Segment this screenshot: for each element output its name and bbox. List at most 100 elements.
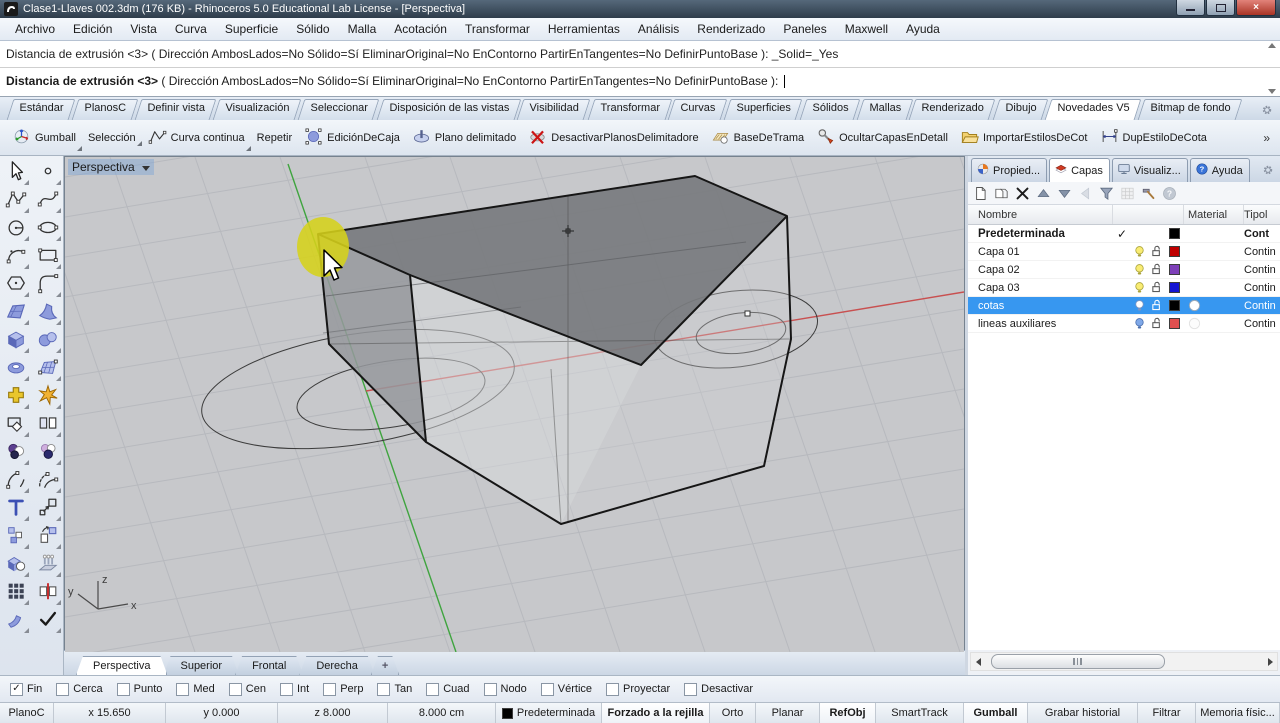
repetir-button[interactable]: Repetir xyxy=(251,128,298,148)
edicióndecaja-button[interactable]: EdiciónDeCaja xyxy=(298,123,406,153)
layer-linetype[interactable]: Contin xyxy=(1244,246,1280,258)
current-layer-check-icon[interactable]: ✓ xyxy=(1113,227,1131,241)
control-point-curve-tool-button[interactable] xyxy=(2,187,30,214)
tools-button[interactable] xyxy=(1139,184,1158,203)
split-tool-button[interactable] xyxy=(34,411,62,438)
boolean-union-tool-button[interactable] xyxy=(2,383,30,410)
check-tool-button[interactable] xyxy=(34,607,62,634)
column-header-material[interactable]: Material xyxy=(1184,205,1244,224)
viewport-tab-derecha[interactable]: Derecha xyxy=(299,656,375,675)
toolbar-tab-seleccionar[interactable]: Seleccionar xyxy=(297,99,380,120)
down-button[interactable] xyxy=(1055,184,1074,203)
layer-color-swatch[interactable] xyxy=(1165,300,1184,311)
maximize-button[interactable] xyxy=(1206,0,1235,16)
menu-item-transformar[interactable]: Transformar xyxy=(456,20,539,38)
toolbar-tab-sólidos[interactable]: Sólidos xyxy=(799,99,861,120)
fillet-curve-tool-button[interactable] xyxy=(34,271,62,298)
scrollbar-thumb[interactable] xyxy=(990,654,1165,669)
scroll-left-icon[interactable] xyxy=(971,657,985,666)
osnap-tan[interactable]: Tan xyxy=(377,682,412,696)
menu-item-acotación[interactable]: Acotación xyxy=(385,20,456,38)
rectangle-tool-button[interactable] xyxy=(34,243,62,270)
tab-options-gear-icon[interactable] xyxy=(1260,103,1274,117)
osnap-proyectar[interactable]: Proyectar xyxy=(606,682,670,696)
blend-arc-tool-button[interactable] xyxy=(34,467,62,494)
layer-bulb-icon[interactable] xyxy=(1131,263,1148,276)
curva-continua-button[interactable]: Curva continua xyxy=(142,123,251,153)
surface-3pt-tool-button[interactable] xyxy=(2,299,30,326)
text-tool-button[interactable] xyxy=(2,495,30,522)
circle-tool-button[interactable] xyxy=(2,215,30,242)
layer-linetype[interactable]: Contin xyxy=(1244,300,1280,312)
checkbox-icon[interactable] xyxy=(483,682,497,696)
status-x15650[interactable]: x 15.650 xyxy=(54,703,166,723)
basedetrama-button[interactable]: BaseDeTrama xyxy=(705,123,811,153)
menu-item-malla[interactable]: Malla xyxy=(339,20,386,38)
osnap-cerca[interactable]: Cerca xyxy=(56,682,103,696)
point-tool-button[interactable] xyxy=(34,159,62,186)
osnap-nodo[interactable]: Nodo xyxy=(483,682,527,696)
status-forzadoalarejilla[interactable]: Forzado a la rejilla xyxy=(602,703,710,723)
curve-interpolated-tool-button[interactable] xyxy=(34,187,62,214)
status-planoc[interactable]: PlanoC xyxy=(0,703,54,723)
status-grabarhistorial[interactable]: Grabar historial xyxy=(1028,703,1138,723)
layer-linetype[interactable]: Contin xyxy=(1244,264,1280,276)
lights-tool-button[interactable] xyxy=(34,551,62,578)
scroll-down-icon[interactable] xyxy=(1267,89,1276,94)
status-refobj[interactable]: RefObj xyxy=(820,703,876,723)
viewport-tab-superior[interactable]: Superior xyxy=(163,656,239,675)
toolbar-tab-visualización[interactable]: Visualización xyxy=(212,99,302,120)
up-button[interactable] xyxy=(1034,184,1053,203)
copy-layer-button[interactable] xyxy=(992,184,1011,203)
layer-color-swatch[interactable] xyxy=(1165,264,1184,275)
viewport-scene[interactable]: z x y xyxy=(65,157,964,652)
importarestilosdecot-button[interactable]: ImportarEstilosDeCot xyxy=(954,123,1094,153)
bend-tool-button[interactable] xyxy=(2,607,30,634)
viewport-tab-perspectiva[interactable]: Perspectiva xyxy=(76,656,167,675)
layer-material-icon[interactable] xyxy=(1184,299,1244,312)
toolbar-tab-dibujo[interactable]: Dibujo xyxy=(992,99,1049,120)
osnap-cuad[interactable]: Cuad xyxy=(426,682,470,696)
copy-array-tool-button[interactable] xyxy=(2,523,30,550)
ellipse-tool-button[interactable] xyxy=(34,215,62,242)
plano-delimitado-button[interactable]: Plano delimitado xyxy=(406,123,522,153)
status-predeterminada[interactable]: Predeterminada xyxy=(496,703,602,723)
viewport-tab-frontal[interactable]: Frontal xyxy=(235,656,303,675)
layer-bulb-icon[interactable] xyxy=(1131,281,1148,294)
toolbar-tab-novedades-v5[interactable]: Novedades V5 xyxy=(1044,99,1142,120)
layer-row[interactable]: lineas auxiliares Contin xyxy=(968,315,1280,333)
surface-patch-tool-button[interactable] xyxy=(34,355,62,382)
close-button[interactable]: × xyxy=(1236,0,1276,16)
trim-tool-button[interactable] xyxy=(2,411,30,438)
scrollbar-track[interactable] xyxy=(985,653,1263,670)
scroll-up-icon[interactable] xyxy=(1267,43,1276,48)
status-gumball[interactable]: Gumball xyxy=(964,703,1028,723)
menu-item-sólido[interactable]: Sólido xyxy=(287,20,338,38)
checkbox-icon[interactable] xyxy=(116,682,130,696)
layer-lock-icon[interactable] xyxy=(1148,245,1165,258)
toolbar-tab-curvas[interactable]: Curvas xyxy=(667,99,728,120)
layer-row[interactable]: Capa 03 Contin xyxy=(968,279,1280,297)
layer-row[interactable]: Capa 02 Contin xyxy=(968,261,1280,279)
menu-item-curva[interactable]: Curva xyxy=(166,20,216,38)
scale-tool-button[interactable] xyxy=(34,495,62,522)
checkbox-icon[interactable] xyxy=(176,682,190,696)
menu-item-análisis[interactable]: Análisis xyxy=(629,20,688,38)
checkbox-icon[interactable] xyxy=(323,682,337,696)
perspective-viewport[interactable]: z x y Perspectiva xyxy=(64,156,965,652)
scroll-right-icon[interactable] xyxy=(1263,657,1277,666)
toolbar-tab-bitmap-de-fondo[interactable]: Bitmap de fondo xyxy=(1137,99,1243,120)
toolbar-tab-visibilidad[interactable]: Visibilidad xyxy=(517,99,592,120)
layer-row[interactable]: Capa 01 Contin xyxy=(968,243,1280,261)
minimize-button[interactable] xyxy=(1176,0,1205,16)
status-filtrar[interactable]: Filtrar xyxy=(1138,703,1196,723)
toolbar-tab-disposición-de-las-vistas[interactable]: Disposición de las vistas xyxy=(376,99,521,120)
layer-lock-icon[interactable] xyxy=(1148,263,1165,276)
layer-row[interactable]: cotas Contin xyxy=(968,297,1280,315)
ocultarcapasendetall-button[interactable]: OcultarCapasEnDetall xyxy=(810,123,954,153)
layer-lock-icon[interactable] xyxy=(1148,281,1165,294)
layer-lock-icon[interactable] xyxy=(1148,317,1165,330)
rotate-copy-tool-button[interactable] xyxy=(34,523,62,550)
menu-item-superficie[interactable]: Superficie xyxy=(216,20,287,38)
toolbar-tab-transformar[interactable]: Transformar xyxy=(587,99,672,120)
